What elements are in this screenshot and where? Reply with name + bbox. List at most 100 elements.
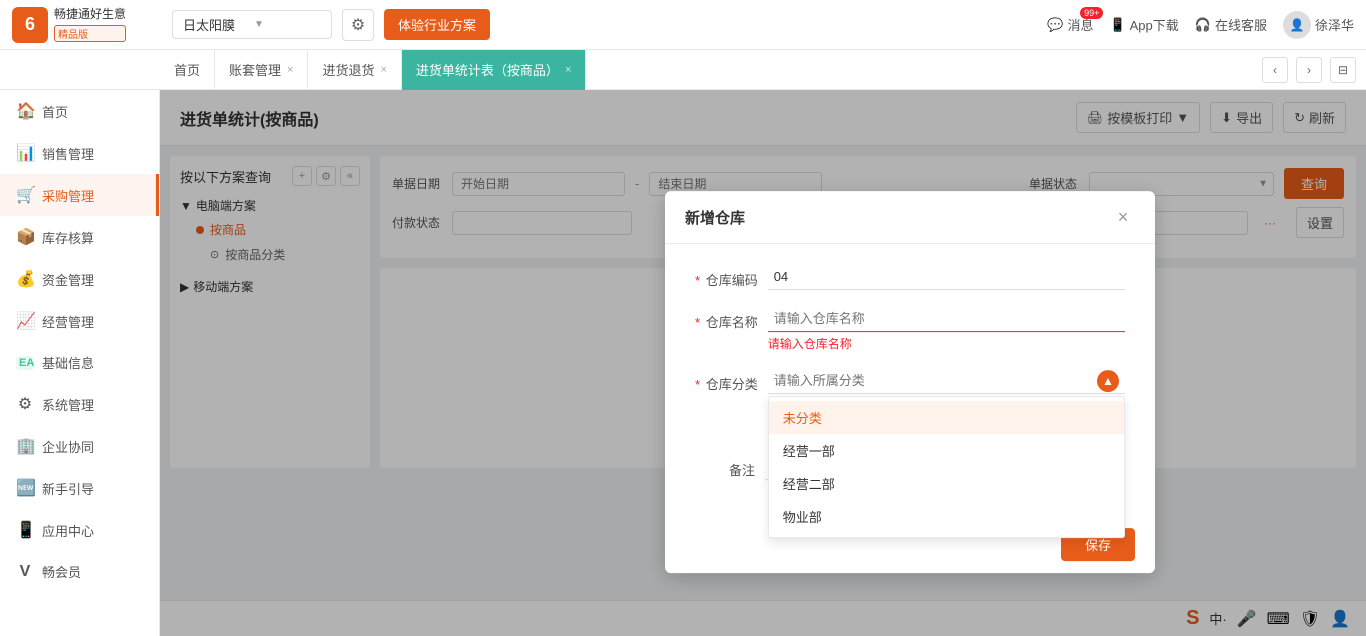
- logo-icon: 6: [12, 7, 48, 43]
- req-star: *: [695, 273, 700, 288]
- message-icon: 💬: [1047, 17, 1063, 33]
- category-dropdown-list: 未分类 经营一部 经营二部 物业部: [768, 396, 1125, 538]
- tab-purchase-stat-label: 进货单统计表（按商品）: [416, 60, 559, 79]
- modal-body: * 仓库编码 * 仓库名称 请输入仓库名称: [665, 244, 1155, 516]
- tab-account-label: 账套管理: [229, 60, 281, 79]
- content-area: 进货单统计(按商品) 🖨 按模板打印 ▼ ⬇ 导出 ↻ 刷新: [160, 90, 1366, 636]
- enterprise-icon: 🏢: [16, 436, 34, 456]
- messages-btn[interactable]: 💬 消息 99+: [1047, 15, 1093, 34]
- sidebar-item-label: 企业协同: [42, 437, 94, 456]
- logo-badge: 精品版: [54, 25, 126, 42]
- logo-area: 6 畅捷通好生意 精品版: [12, 7, 162, 43]
- sidebar-item-member[interactable]: V 畅会员: [0, 551, 159, 592]
- tab-purchase-stat-close[interactable]: ×: [565, 64, 571, 76]
- modal-header: 新增仓库 ×: [665, 191, 1155, 244]
- new-warehouse-modal: 新增仓库 × * 仓库编码 * 仓库名称: [665, 191, 1155, 573]
- sidebar-item-sales[interactable]: 📊 销售管理: [0, 132, 159, 174]
- modal-title: 新增仓库: [685, 207, 745, 228]
- dropdown-item-property[interactable]: 物业部: [769, 500, 1124, 533]
- store-dropdown-arrow: ▼: [254, 19, 321, 30]
- sidebar-item-enterprise[interactable]: 🏢 企业协同: [0, 425, 159, 467]
- sidebar-item-label: 系统管理: [42, 395, 94, 414]
- phone-icon: 📱: [1109, 17, 1125, 33]
- sidebar-item-label: 基础信息: [42, 353, 94, 372]
- main-layout: 🏠 首页 📊 销售管理 🛒 采购管理 📦 库存核算 💰 资金管理 📈 经营管理 …: [0, 90, 1366, 636]
- sales-icon: 📊: [16, 143, 34, 163]
- tab-purchase-return[interactable]: 进货退货 ×: [308, 50, 401, 90]
- logo-text: 畅捷通好生意: [54, 7, 126, 23]
- category-input[interactable]: [768, 368, 1125, 394]
- tab-home[interactable]: 首页: [160, 50, 215, 90]
- tab-scroll-right[interactable]: ›: [1296, 57, 1322, 83]
- form-row-category: * 仓库分类 ▲ 未分类 经营一部 经营二部 物业部: [695, 368, 1125, 394]
- category-select-wrap: ▲ 未分类 经营一部 经营二部 物业部: [768, 368, 1125, 394]
- sidebar-item-label: 经营管理: [42, 312, 94, 331]
- guide-icon: 🆕: [16, 478, 34, 498]
- gear-icon: ⚙: [351, 15, 365, 35]
- sidebar-item-label: 库存核算: [42, 228, 94, 247]
- member-icon: V: [16, 563, 34, 581]
- online-service-label: 在线客服: [1215, 15, 1267, 34]
- sidebar-item-operations[interactable]: 📈 经营管理: [0, 300, 159, 342]
- app-download-label: App下载: [1130, 15, 1179, 34]
- sidebar-item-label: 销售管理: [42, 144, 94, 163]
- tab-bar: 首页 账套管理 × 进货退货 × 进货单统计表（按商品） × ‹ › ⊟: [0, 50, 1366, 90]
- code-input[interactable]: [768, 264, 1125, 290]
- code-label: * 仓库编码: [695, 264, 768, 289]
- req-star-2: *: [695, 315, 700, 330]
- name-error-msg: 请输入仓库名称: [768, 335, 1125, 352]
- settings-button[interactable]: ⚙: [342, 9, 374, 41]
- category-dropdown-btn[interactable]: ▲: [1097, 370, 1119, 392]
- sidebar-item-label: 新手引导: [42, 479, 94, 498]
- finance-icon: 💰: [16, 269, 34, 289]
- note-label: 备注: [695, 454, 765, 479]
- tab-account[interactable]: 账套管理 ×: [215, 50, 308, 90]
- user-menu[interactable]: 👤 徐泽华: [1283, 11, 1354, 39]
- home-icon: 🏠: [16, 101, 34, 121]
- purchase-icon: 🛒: [16, 185, 34, 205]
- sidebar-item-purchase[interactable]: 🛒 采购管理: [0, 174, 159, 216]
- name-label: * 仓库名称: [695, 306, 768, 331]
- tab-scroll-left[interactable]: ‹: [1262, 57, 1288, 83]
- app-icon: 📱: [16, 520, 34, 540]
- sidebar-item-basic[interactable]: EA 基础信息: [0, 342, 159, 383]
- name-input[interactable]: [768, 306, 1125, 332]
- form-row-code: * 仓库编码: [695, 264, 1125, 290]
- operations-icon: 📈: [16, 311, 34, 331]
- category-label: * 仓库分类: [695, 368, 768, 393]
- form-row-name: * 仓库名称 请输入仓库名称: [695, 306, 1125, 352]
- app-download-btn[interactable]: 📱 App下载: [1109, 15, 1178, 34]
- tab-home-label: 首页: [174, 60, 200, 79]
- tab-controls: ‹ › ⊟: [1262, 57, 1366, 83]
- username: 徐泽华: [1315, 15, 1354, 34]
- store-selector[interactable]: 日太阳膜 ▼: [172, 10, 332, 39]
- tab-purchase-return-close[interactable]: ×: [380, 64, 386, 76]
- dropdown-item-dept1[interactable]: 经营一部: [769, 434, 1124, 467]
- sidebar-item-home[interactable]: 🏠 首页: [0, 90, 159, 132]
- sidebar-item-label: 资金管理: [42, 270, 94, 289]
- avatar: 👤: [1283, 11, 1311, 39]
- sidebar-item-inventory[interactable]: 📦 库存核算: [0, 216, 159, 258]
- online-service-btn[interactable]: 🎧 在线客服: [1195, 15, 1267, 34]
- sidebar-item-label: 应用中心: [42, 521, 94, 540]
- sidebar-item-guide[interactable]: 🆕 新手引导: [0, 467, 159, 509]
- trial-button[interactable]: 体验行业方案: [384, 9, 490, 40]
- sidebar-item-label: 畅会员: [42, 562, 81, 581]
- inventory-icon: 📦: [16, 227, 34, 247]
- dropdown-item-dept2[interactable]: 经营二部: [769, 467, 1124, 500]
- name-field-wrap: 请输入仓库名称: [768, 306, 1125, 352]
- store-name: 日太阳膜: [183, 15, 250, 34]
- tab-purchase-stat[interactable]: 进货单统计表（按商品） ×: [402, 50, 586, 90]
- tab-account-close[interactable]: ×: [287, 64, 293, 76]
- sidebar-item-system[interactable]: ⚙ 系统管理: [0, 383, 159, 425]
- tab-more[interactable]: ⊟: [1330, 57, 1356, 83]
- sidebar-item-finance[interactable]: 💰 资金管理: [0, 258, 159, 300]
- tab-purchase-return-label: 进货退货: [322, 60, 374, 79]
- dropdown-item-unclassified[interactable]: 未分类: [769, 401, 1124, 434]
- sidebar: 🏠 首页 📊 销售管理 🛒 采购管理 📦 库存核算 💰 资金管理 📈 经营管理 …: [0, 90, 160, 636]
- modal-close-button[interactable]: ×: [1111, 205, 1135, 229]
- sidebar-item-app[interactable]: 📱 应用中心: [0, 509, 159, 551]
- basic-icon: EA: [16, 356, 34, 370]
- sidebar-item-label: 首页: [42, 102, 68, 121]
- sidebar-item-label: 采购管理: [42, 186, 94, 205]
